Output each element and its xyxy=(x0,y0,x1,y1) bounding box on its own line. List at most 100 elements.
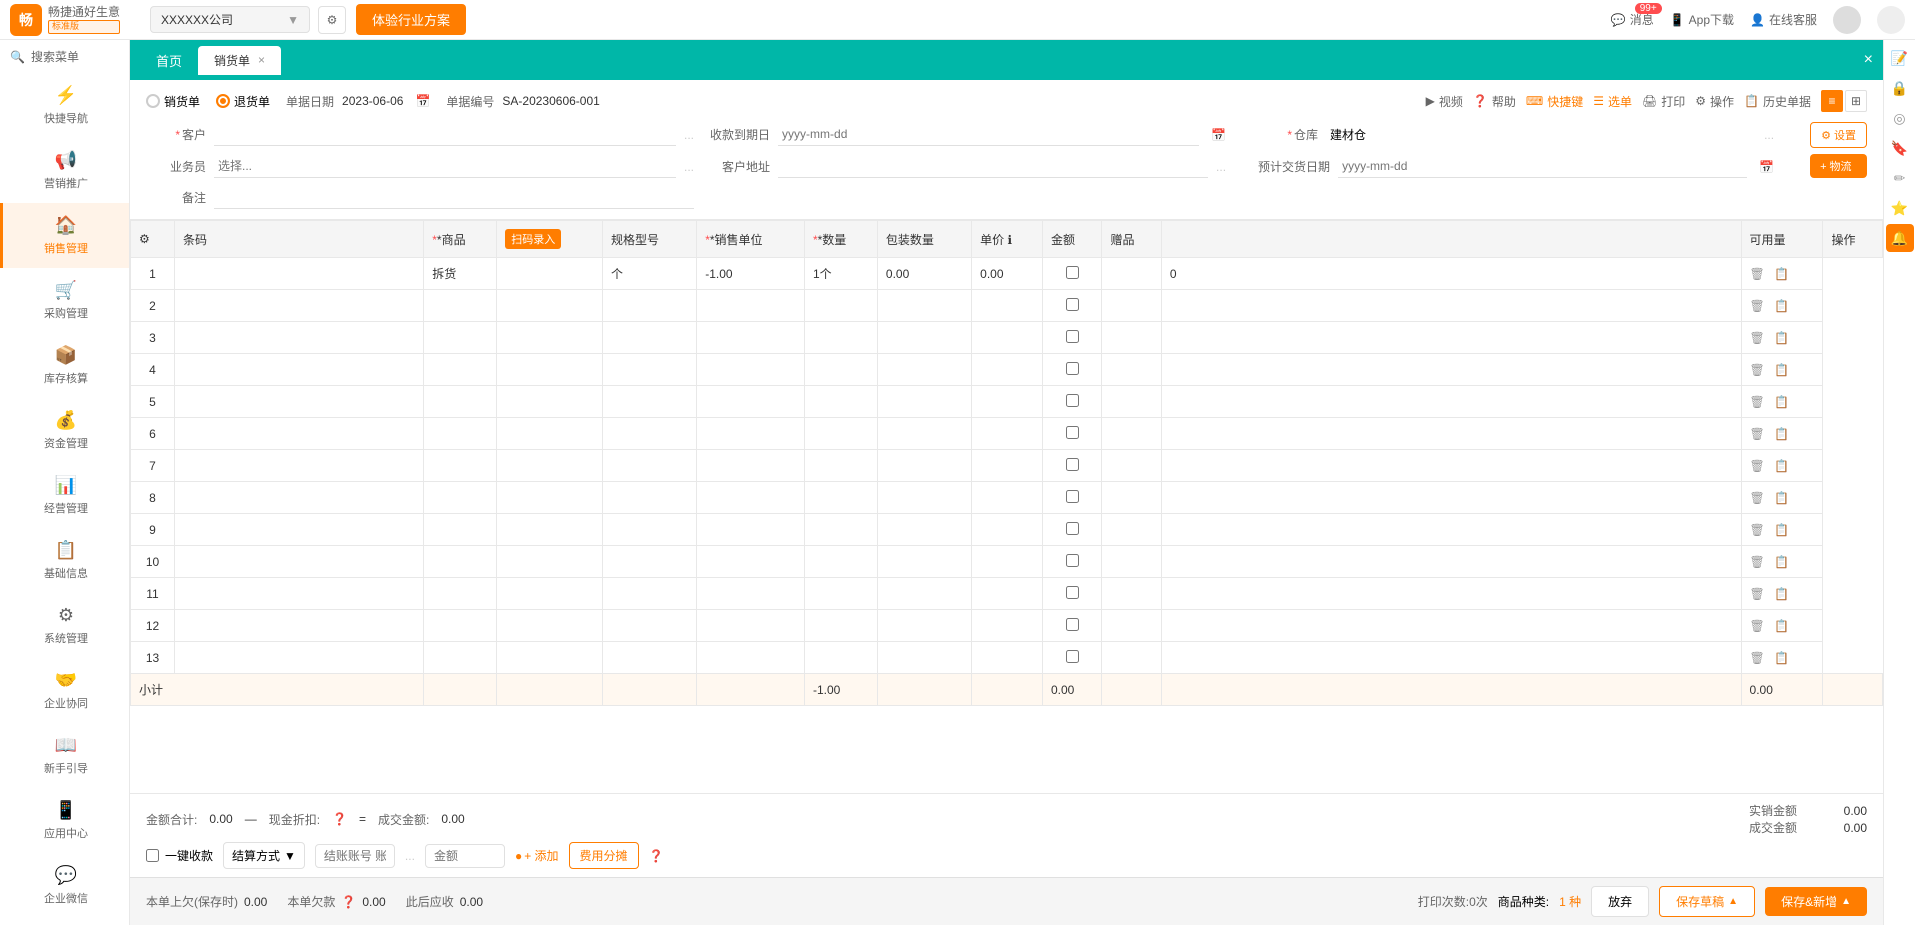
row-spec[interactable] xyxy=(497,354,603,386)
copy-row-icon[interactable]: 📋 xyxy=(1774,427,1789,441)
row-unit-price[interactable] xyxy=(877,610,971,642)
row-barcode[interactable] xyxy=(174,450,423,482)
row-product[interactable] xyxy=(424,450,497,482)
row-spec[interactable] xyxy=(497,610,603,642)
delete-row-icon[interactable]: 🗑 xyxy=(1750,299,1765,313)
row-barcode[interactable] xyxy=(174,354,423,386)
copy-row-icon[interactable]: 📋 xyxy=(1774,267,1789,281)
row-gift[interactable] xyxy=(1043,546,1102,578)
shortcut-btn[interactable]: ⌨ 快捷键 xyxy=(1526,93,1583,110)
row-gift[interactable] xyxy=(1043,578,1102,610)
save-draft-button[interactable]: 保存草稿 ▲ xyxy=(1659,886,1755,917)
row-quantity[interactable] xyxy=(697,418,805,450)
tab-bar-close-icon[interactable]: × xyxy=(1864,51,1873,69)
tab-sales-order[interactable]: 销货单 × xyxy=(198,46,281,75)
row-spec[interactable] xyxy=(497,322,603,354)
rt-alert-icon[interactable]: 🔔 xyxy=(1886,224,1914,252)
row-product[interactable] xyxy=(424,386,497,418)
delete-row-icon[interactable]: 🗑 xyxy=(1750,363,1765,377)
company-selector[interactable]: XXXXXX公司 ▼ xyxy=(150,6,310,33)
address-select-icon[interactable]: ... xyxy=(1216,160,1226,174)
row-product[interactable] xyxy=(424,354,497,386)
row-unit-price[interactable] xyxy=(877,546,971,578)
row-product[interactable] xyxy=(424,514,497,546)
row-spec[interactable] xyxy=(497,418,603,450)
settings-button[interactable]: ⚙ 设置 xyxy=(1810,122,1867,148)
history-btn[interactable]: 📋 历史单据 xyxy=(1744,93,1811,110)
row-barcode[interactable] xyxy=(174,418,423,450)
copy-row-icon[interactable]: 📋 xyxy=(1774,459,1789,473)
row-unit-price[interactable] xyxy=(877,578,971,610)
salesperson-select-icon[interactable]: ... xyxy=(684,160,694,174)
row-barcode[interactable] xyxy=(174,546,423,578)
app-download-button[interactable]: 📱 App下载 xyxy=(1670,11,1734,28)
row-spec[interactable] xyxy=(497,290,603,322)
rt-lock-icon[interactable]: 🔒 xyxy=(1886,74,1914,102)
row-barcode[interactable] xyxy=(174,642,423,674)
row-gift[interactable] xyxy=(1043,354,1102,386)
row-gift[interactable] xyxy=(1043,386,1102,418)
row-spec[interactable] xyxy=(497,546,603,578)
customer-address-input[interactable] xyxy=(778,155,1208,178)
sidebar-item-operation[interactable]: 📊 经营管理 xyxy=(0,463,129,528)
row-gift[interactable] xyxy=(1043,450,1102,482)
radio-return-order[interactable]: 退货单 xyxy=(216,93,270,110)
copy-row-icon[interactable]: 📋 xyxy=(1774,651,1789,665)
rt-edit-icon[interactable]: ✏ xyxy=(1886,164,1914,192)
sidebar-item-guide[interactable]: 📖 新手引导 xyxy=(0,723,129,788)
row-product[interactable] xyxy=(424,322,497,354)
row-gift[interactable] xyxy=(1043,642,1102,674)
online-service-button[interactable]: 👤 在线客服 xyxy=(1750,11,1817,28)
row-unit-price[interactable] xyxy=(877,290,971,322)
sidebar-item-finance[interactable]: 💰 资金管理 xyxy=(0,398,129,463)
payment-due-input[interactable] xyxy=(778,123,1199,146)
sidebar-item-marketing[interactable]: 📢 营销推广 xyxy=(0,138,129,203)
row-product[interactable] xyxy=(424,642,497,674)
row-spec[interactable] xyxy=(497,514,603,546)
row-barcode[interactable] xyxy=(174,482,423,514)
delete-row-icon[interactable]: 🗑 xyxy=(1750,459,1765,473)
payment-amount-input[interactable] xyxy=(425,844,505,868)
delete-row-icon[interactable]: 🗑 xyxy=(1750,523,1765,537)
row-unit-price[interactable] xyxy=(877,450,971,482)
message-button[interactable]: 💬 消息 99+ xyxy=(1611,11,1654,28)
delete-row-icon[interactable]: 🗑 xyxy=(1750,587,1765,601)
delete-row-icon[interactable]: 🗑 xyxy=(1750,395,1765,409)
sidebar-item-app-center[interactable]: 📱 应用中心 xyxy=(0,788,129,853)
sidebar-item-basic[interactable]: 📋 基础信息 xyxy=(0,528,129,593)
row-barcode[interactable] xyxy=(174,578,423,610)
fee-split-button[interactable]: 费用分摊 xyxy=(569,842,639,869)
rt-star-icon[interactable]: ⭐ xyxy=(1886,194,1914,222)
copy-row-icon[interactable]: 📋 xyxy=(1774,587,1789,601)
row-gift[interactable] xyxy=(1043,610,1102,642)
rt-note-icon[interactable]: 📝 xyxy=(1886,44,1914,72)
row-unit-price[interactable] xyxy=(877,482,971,514)
row-barcode[interactable] xyxy=(174,290,423,322)
copy-row-icon[interactable]: 📋 xyxy=(1774,555,1789,569)
save-new-arrow[interactable]: ▲ xyxy=(1841,896,1851,907)
row-product[interactable] xyxy=(424,418,497,450)
row-product[interactable] xyxy=(424,482,497,514)
copy-row-icon[interactable]: 📋 xyxy=(1774,299,1789,313)
sidebar-item-system[interactable]: ⚙ 系统管理 xyxy=(0,593,129,658)
payment-calendar-icon[interactable]: 📅 xyxy=(1211,128,1226,142)
copy-row-icon[interactable]: 📋 xyxy=(1774,331,1789,345)
copy-row-icon[interactable]: 📋 xyxy=(1774,619,1789,633)
copy-row-icon[interactable]: 📋 xyxy=(1774,523,1789,537)
row-gift[interactable] xyxy=(1043,258,1102,290)
row-quantity[interactable] xyxy=(697,322,805,354)
delete-row-icon[interactable]: 🗑 xyxy=(1750,651,1765,665)
pay-method-select[interactable]: 结算方式 ▼ xyxy=(223,842,305,869)
row-unit-price[interactable] xyxy=(877,322,971,354)
row-unit-price[interactable] xyxy=(877,418,971,450)
row-quantity[interactable] xyxy=(697,354,805,386)
row-unit-price[interactable] xyxy=(877,386,971,418)
settings-icon[interactable]: ⚙ xyxy=(318,6,346,34)
row-spec[interactable] xyxy=(497,450,603,482)
rt-bookmark-icon[interactable]: 🔖 xyxy=(1886,134,1914,162)
tab-home[interactable]: 首页 xyxy=(140,43,198,78)
copy-row-icon[interactable]: 📋 xyxy=(1774,363,1789,377)
row-gift[interactable] xyxy=(1043,482,1102,514)
remark-input[interactable] xyxy=(214,186,694,209)
logistics-button[interactable]: + 物流 xyxy=(1810,154,1867,178)
